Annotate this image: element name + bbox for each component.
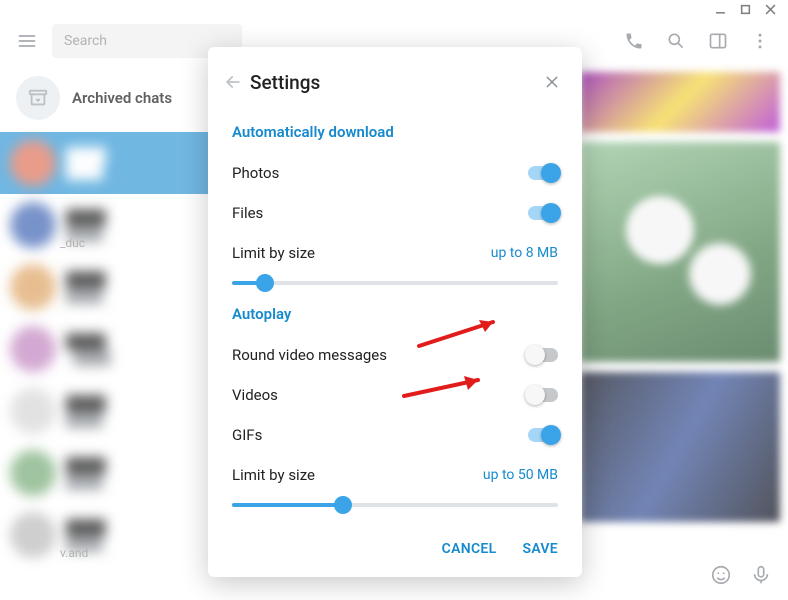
videos-label: Videos [232,386,278,404]
limit-download-label: Limit by size [232,244,315,262]
limit-autoplay-value: up to 50 MB [483,467,558,483]
row-limit-download: Limit by size up to 8 MB [232,233,558,273]
settings-dialog: Settings Automatically download Photos F… [208,47,582,577]
row-gifs: GIFs [232,415,558,455]
back-button[interactable] [216,65,250,99]
toggle-round-video[interactable] [528,348,558,362]
gifs-label: GIFs [232,426,262,444]
section-auto-download: Automatically download [232,123,558,141]
section-autoplay: Autoplay [232,305,558,323]
dialog-title: Settings [250,71,538,94]
slider-autoplay-limit[interactable] [232,493,558,517]
row-photos: Photos [232,153,558,193]
files-label: Files [232,204,263,222]
photos-label: Photos [232,164,279,182]
row-files: Files [232,193,558,233]
row-round-video: Round video messages [232,335,558,375]
toggle-photos[interactable] [528,166,558,180]
close-button[interactable] [538,68,566,96]
limit-autoplay-label: Limit by size [232,466,315,484]
slider-download-limit[interactable] [232,271,558,295]
save-button[interactable]: SAVE [522,541,558,557]
row-limit-autoplay: Limit by size up to 50 MB [232,455,558,495]
limit-download-value: up to 8 MB [491,245,558,261]
cancel-button[interactable]: CANCEL [442,541,497,557]
round-video-label: Round video messages [232,346,387,364]
row-videos: Videos [232,375,558,415]
toggle-files[interactable] [528,206,558,220]
toggle-videos[interactable] [528,388,558,402]
toggle-gifs[interactable] [528,428,558,442]
